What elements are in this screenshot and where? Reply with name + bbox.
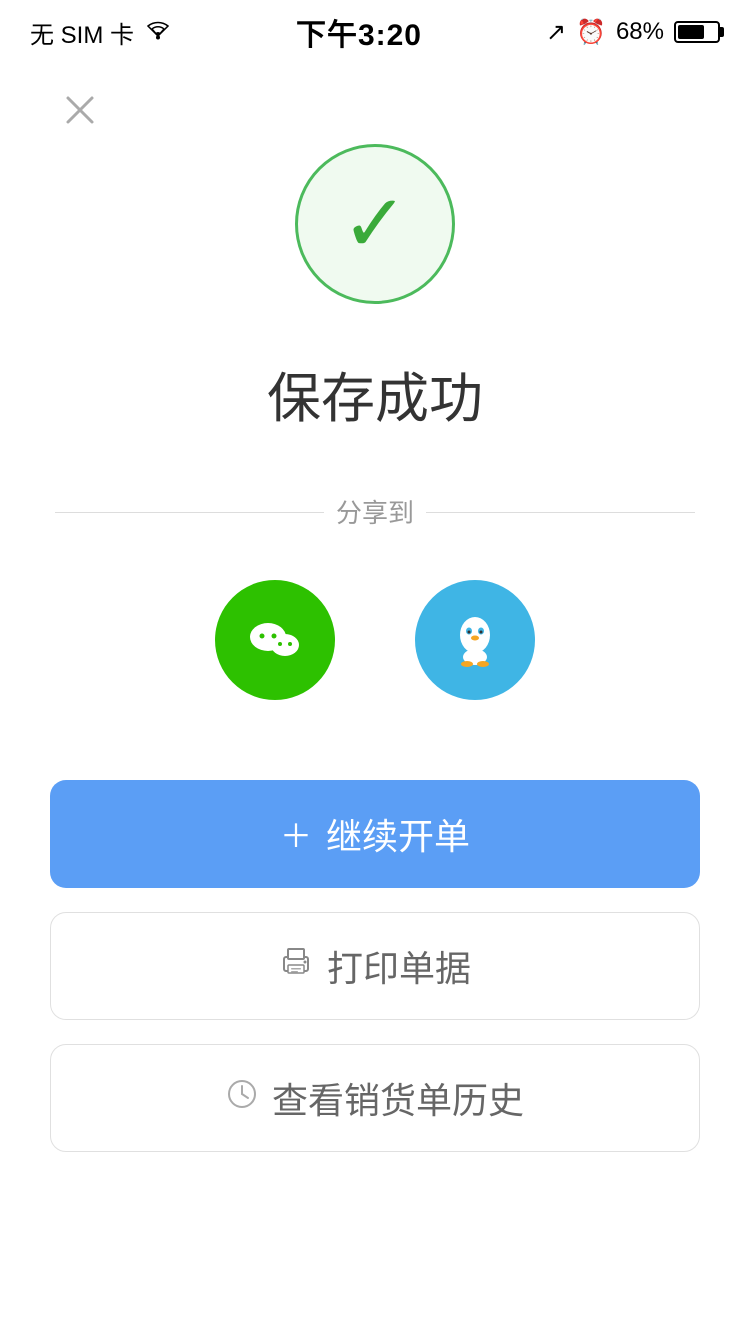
continue-button[interactable]: ＋ 继续开单 bbox=[50, 780, 700, 888]
qq-share-button[interactable] bbox=[415, 580, 535, 700]
battery-icon bbox=[674, 21, 720, 43]
status-left: 无 SIM 卡 bbox=[30, 15, 172, 50]
share-divider: 分享到 bbox=[55, 493, 695, 530]
status-time: 下午3:20 bbox=[296, 10, 422, 54]
printer-icon bbox=[279, 947, 313, 985]
status-right: ↗ ⏰ 68% bbox=[546, 18, 720, 47]
print-label: 打印单据 bbox=[327, 940, 471, 992]
share-label: 分享到 bbox=[336, 493, 414, 530]
share-icons bbox=[215, 580, 535, 700]
history-button[interactable]: 查看销货单历史 bbox=[50, 1044, 700, 1152]
action-buttons: ＋ 继续开单 打印单据 bbox=[50, 780, 700, 1152]
alarm-icon: ⏰ bbox=[576, 18, 606, 47]
battery-label: 68% bbox=[616, 18, 664, 46]
success-circle: ✓ bbox=[295, 144, 455, 304]
status-bar: 无 SIM 卡 下午3:20 ↗ ⏰ 68% bbox=[0, 0, 750, 64]
wechat-share-button[interactable] bbox=[215, 580, 335, 700]
print-button[interactable]: 打印单据 bbox=[50, 912, 700, 1020]
wifi-icon bbox=[144, 18, 172, 47]
main-content: ✓ 保存成功 分享到 bbox=[0, 64, 750, 1152]
clock-icon bbox=[226, 1078, 258, 1118]
success-title: 保存成功 bbox=[267, 354, 483, 433]
sim-label: 无 SIM 卡 bbox=[30, 15, 134, 50]
check-icon: ✓ bbox=[341, 184, 408, 264]
plus-icon: ＋ bbox=[280, 811, 312, 857]
close-button[interactable] bbox=[50, 80, 110, 140]
location-icon: ↗ bbox=[546, 18, 566, 47]
history-label: 查看销货单历史 bbox=[272, 1072, 524, 1124]
continue-label: 继续开单 bbox=[326, 808, 470, 860]
